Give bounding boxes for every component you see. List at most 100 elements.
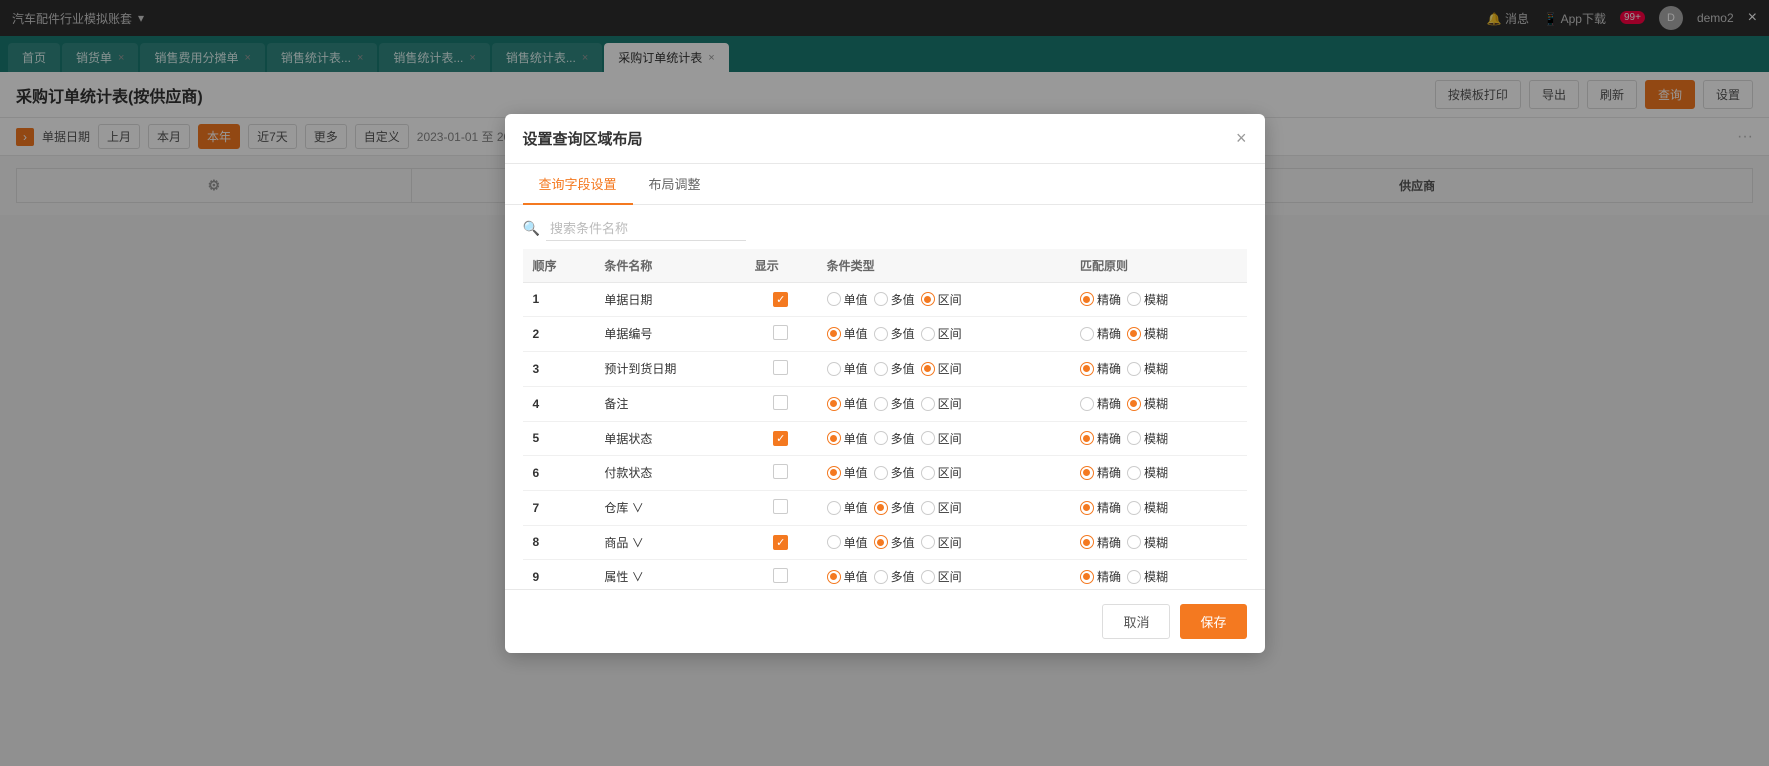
radio-label: 多值 xyxy=(891,291,915,308)
type-radio-区间[interactable]: 区间 xyxy=(921,568,962,585)
match-radio-精确[interactable]: 精确 xyxy=(1080,568,1121,585)
radio-dot xyxy=(827,431,841,445)
type-radio-多值[interactable]: 多值 xyxy=(874,534,915,551)
display-checkbox[interactable] xyxy=(773,360,788,375)
match-radio-模糊[interactable]: 模糊 xyxy=(1127,395,1168,412)
type-radio-多值[interactable]: 多值 xyxy=(874,430,915,447)
radio-dot xyxy=(921,327,935,341)
name-cell: 付款状态 xyxy=(594,455,744,490)
display-checkbox[interactable] xyxy=(773,499,788,514)
type-radio-多值[interactable]: 多值 xyxy=(874,395,915,412)
display-checkbox[interactable] xyxy=(773,568,788,583)
table-row: 1单据日期单值多值区间精确模糊 xyxy=(523,282,1247,316)
display-cell xyxy=(745,421,817,455)
display-checkbox[interactable] xyxy=(773,431,788,446)
match-radio-精确[interactable]: 精确 xyxy=(1080,430,1121,447)
match-cell: 精确模糊 xyxy=(1070,455,1247,490)
type-radio-区间[interactable]: 区间 xyxy=(921,464,962,481)
type-radio-区间[interactable]: 区间 xyxy=(921,360,962,377)
type-radio-单值[interactable]: 单值 xyxy=(827,464,868,481)
radio-label: 单值 xyxy=(844,325,868,342)
match-radio-精确[interactable]: 精确 xyxy=(1080,534,1121,551)
name-cell: 备注 xyxy=(594,386,744,421)
th-type: 条件类型 xyxy=(817,249,1070,283)
radio-label: 精确 xyxy=(1097,430,1121,447)
radio-dot xyxy=(1080,431,1094,445)
radio-dot xyxy=(827,397,841,411)
match-radio-模糊[interactable]: 模糊 xyxy=(1127,568,1168,585)
match-radio-模糊[interactable]: 模糊 xyxy=(1127,499,1168,516)
type-radio-单值[interactable]: 单值 xyxy=(827,291,868,308)
type-radio-单值[interactable]: 单值 xyxy=(827,395,868,412)
match-radio-模糊[interactable]: 模糊 xyxy=(1127,430,1168,447)
match-radio-精确[interactable]: 精确 xyxy=(1080,395,1121,412)
type-radio-区间[interactable]: 区间 xyxy=(921,291,962,308)
radio-dot xyxy=(1127,292,1141,306)
type-radio-多值[interactable]: 多值 xyxy=(874,291,915,308)
type-radio-多值[interactable]: 多值 xyxy=(874,464,915,481)
type-radio-多值[interactable]: 多值 xyxy=(874,360,915,377)
display-cell xyxy=(745,559,817,589)
radio-dot xyxy=(874,327,888,341)
th-display: 显示 xyxy=(745,249,817,283)
cancel-btn[interactable]: 取消 xyxy=(1102,604,1170,639)
tab-field-settings[interactable]: 查询字段设置 xyxy=(523,164,633,205)
match-radio-模糊[interactable]: 模糊 xyxy=(1127,464,1168,481)
dialog-tabs: 查询字段设置 布局调整 xyxy=(505,164,1265,205)
display-cell xyxy=(745,490,817,525)
table-row: 7仓库 ∨单值多值区间精确模糊 xyxy=(523,490,1247,525)
radio-dot xyxy=(1127,570,1141,584)
type-radio-单值[interactable]: 单值 xyxy=(827,568,868,585)
type-radio-区间[interactable]: 区间 xyxy=(921,325,962,342)
display-checkbox[interactable] xyxy=(773,325,788,340)
dialog-close-btn[interactable]: × xyxy=(1236,128,1247,149)
radio-label: 区间 xyxy=(938,291,962,308)
radio-dot xyxy=(827,466,841,480)
radio-label: 单值 xyxy=(844,395,868,412)
radio-label: 精确 xyxy=(1097,464,1121,481)
radio-dot xyxy=(921,466,935,480)
radio-dot xyxy=(1080,362,1094,376)
match-radio-精确[interactable]: 精确 xyxy=(1080,499,1121,516)
match-radio-模糊[interactable]: 模糊 xyxy=(1127,534,1168,551)
display-checkbox[interactable] xyxy=(773,535,788,550)
type-radio-单值[interactable]: 单值 xyxy=(827,430,868,447)
name-cell: 仓库 ∨ xyxy=(594,490,744,525)
match-radio-精确[interactable]: 精确 xyxy=(1080,291,1121,308)
radio-label: 精确 xyxy=(1097,534,1121,551)
save-btn[interactable]: 保存 xyxy=(1180,604,1246,639)
match-radio-精确[interactable]: 精确 xyxy=(1080,325,1121,342)
match-radio-精确[interactable]: 精确 xyxy=(1080,464,1121,481)
order-cell: 1 xyxy=(523,282,595,316)
type-cell: 单值多值区间 xyxy=(817,559,1070,589)
order-cell: 4 xyxy=(523,386,595,421)
display-cell xyxy=(745,351,817,386)
type-radio-区间[interactable]: 区间 xyxy=(921,499,962,516)
match-radio-模糊[interactable]: 模糊 xyxy=(1127,291,1168,308)
type-radio-区间[interactable]: 区间 xyxy=(921,534,962,551)
type-radio-单值[interactable]: 单值 xyxy=(827,534,868,551)
display-checkbox[interactable] xyxy=(773,292,788,307)
type-radio-单值[interactable]: 单值 xyxy=(827,325,868,342)
name-cell: 预计到货日期 xyxy=(594,351,744,386)
order-cell: 9 xyxy=(523,559,595,589)
radio-label: 区间 xyxy=(938,360,962,377)
type-cell: 单值多值区间 xyxy=(817,316,1070,351)
type-radio-多值[interactable]: 多值 xyxy=(874,568,915,585)
type-radio-单值[interactable]: 单值 xyxy=(827,499,868,516)
tab-layout-adjust[interactable]: 布局调整 xyxy=(633,164,717,205)
table-row: 3预计到货日期单值多值区间精确模糊 xyxy=(523,351,1247,386)
radio-dot xyxy=(874,292,888,306)
match-radio-精确[interactable]: 精确 xyxy=(1080,360,1121,377)
type-radio-多值[interactable]: 多值 xyxy=(874,499,915,516)
match-radio-模糊[interactable]: 模糊 xyxy=(1127,325,1168,342)
type-radio-多值[interactable]: 多值 xyxy=(874,325,915,342)
display-checkbox[interactable] xyxy=(773,464,788,479)
match-radio-模糊[interactable]: 模糊 xyxy=(1127,360,1168,377)
radio-dot xyxy=(1080,535,1094,549)
display-checkbox[interactable] xyxy=(773,395,788,410)
type-radio-单值[interactable]: 单值 xyxy=(827,360,868,377)
search-input[interactable] xyxy=(546,217,746,241)
type-radio-区间[interactable]: 区间 xyxy=(921,395,962,412)
type-radio-区间[interactable]: 区间 xyxy=(921,430,962,447)
